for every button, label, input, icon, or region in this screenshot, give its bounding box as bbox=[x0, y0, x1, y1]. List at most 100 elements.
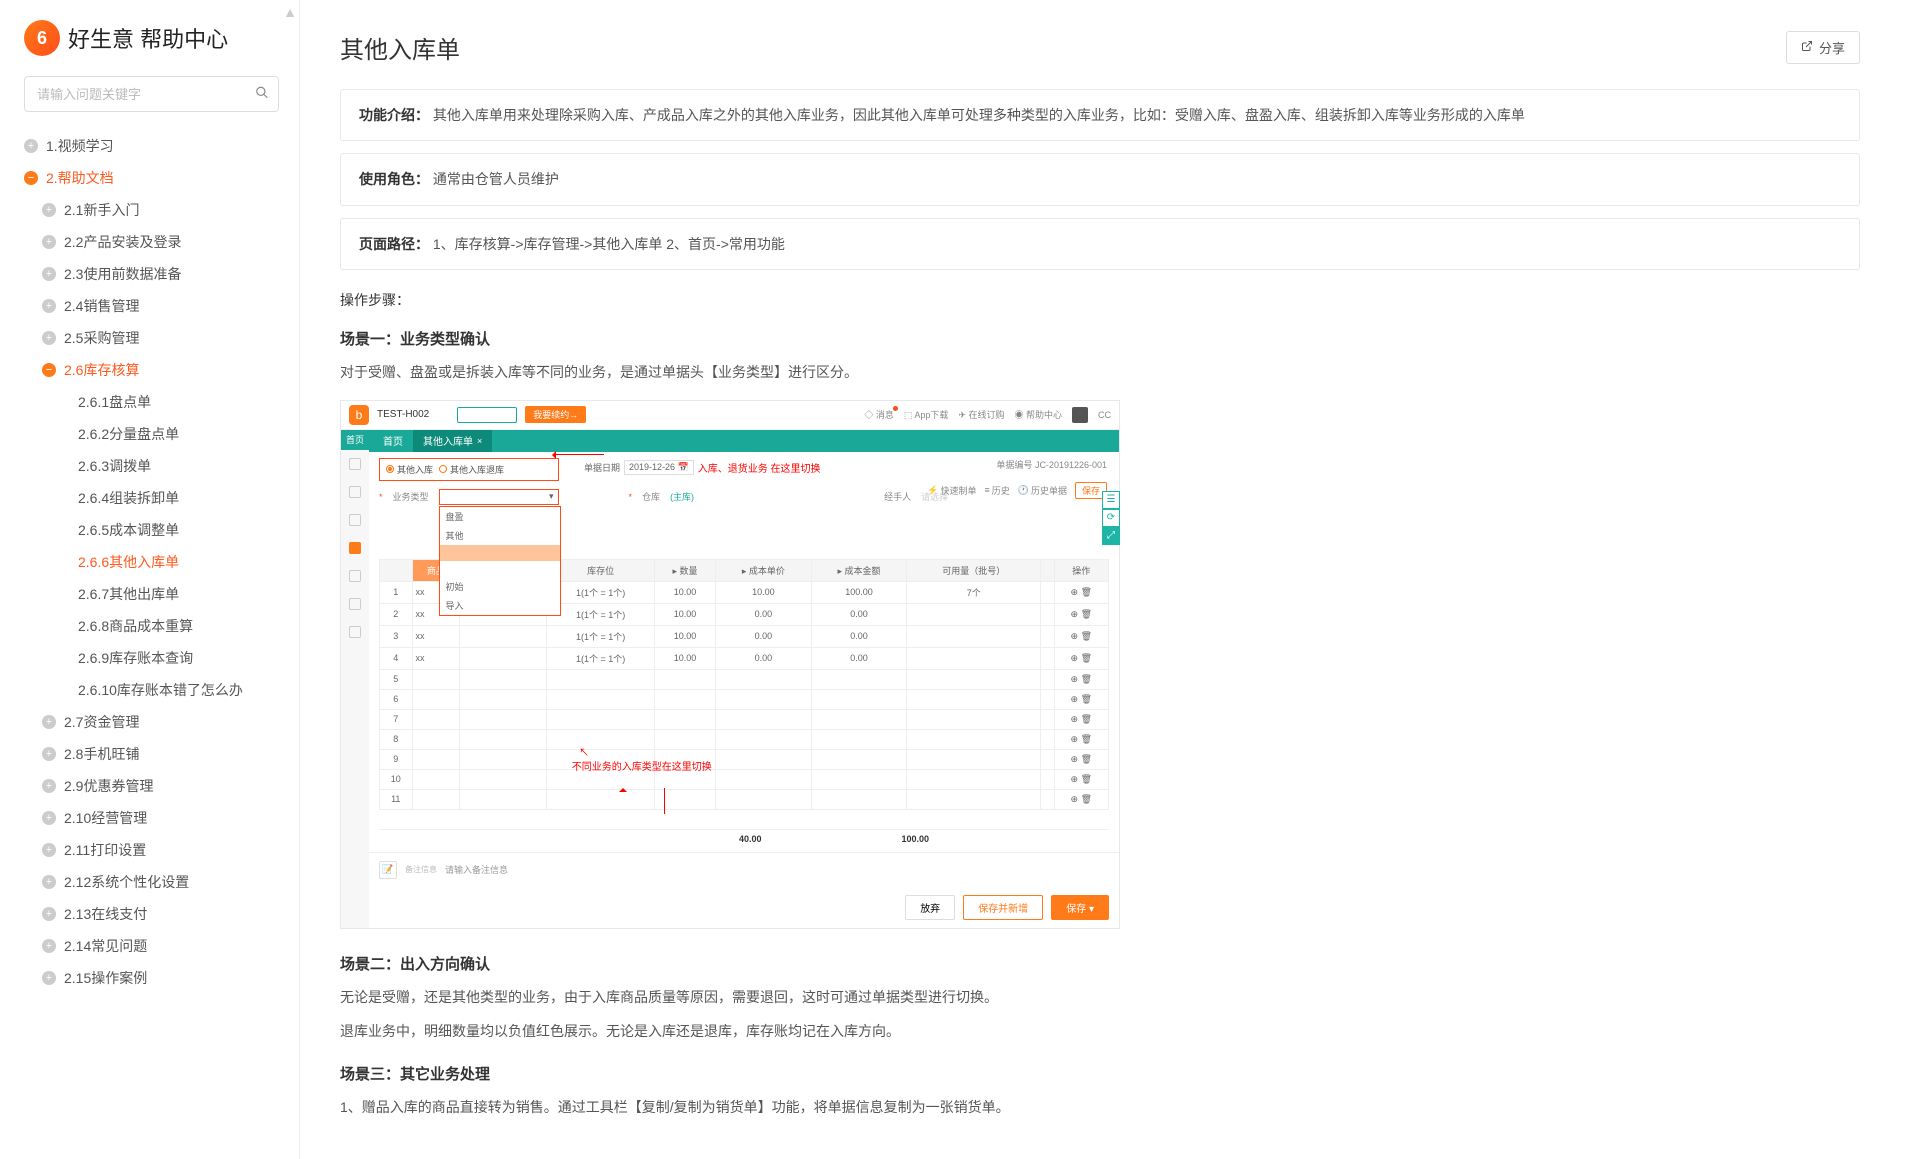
dropdown-item[interactable] bbox=[440, 545, 560, 561]
collapse-icon[interactable] bbox=[42, 363, 56, 377]
logo-text: 好生意 帮助中心 bbox=[68, 22, 228, 54]
search-icon[interactable] bbox=[255, 86, 269, 103]
left-nav-icon[interactable] bbox=[349, 626, 361, 638]
message-link[interactable]: ◇ 消息 bbox=[864, 408, 894, 421]
table-row[interactable]: 10⊕ 🗑 bbox=[380, 769, 1109, 789]
table-row[interactable]: 6⊕ 🗑 bbox=[380, 689, 1109, 709]
left-nav-icon-active[interactable] bbox=[349, 542, 361, 554]
share-button[interactable]: 分享 bbox=[1786, 31, 1860, 64]
search-input[interactable] bbox=[24, 76, 279, 112]
remark-row: 📝 备注信息 请输入备注信息 bbox=[369, 852, 1119, 887]
expand-icon[interactable] bbox=[42, 939, 56, 953]
expand-icon[interactable] bbox=[42, 779, 56, 793]
expand-icon[interactable] bbox=[42, 811, 56, 825]
sidebar-item-label: 2.14常见问题 bbox=[64, 936, 147, 956]
tab-home[interactable]: 首页 bbox=[373, 430, 413, 452]
sidebar-item[interactable]: 2.2产品安装及登录 bbox=[24, 226, 279, 258]
sidebar-item[interactable]: 2.6.7其他出库单 bbox=[24, 578, 279, 610]
save-button[interactable]: 保存 ▾ bbox=[1051, 895, 1109, 920]
sidebar-item[interactable]: 2.7资金管理 bbox=[24, 706, 279, 738]
left-nav-home[interactable]: 首页 bbox=[341, 430, 369, 450]
expand-icon[interactable] bbox=[42, 235, 56, 249]
scroll-top-icon[interactable]: ▲ bbox=[283, 5, 297, 19]
left-nav-icon[interactable] bbox=[349, 486, 361, 498]
expand-icon[interactable] bbox=[42, 907, 56, 921]
sidebar-item[interactable]: 2.3使用前数据准备 bbox=[24, 258, 279, 290]
sidebar-item[interactable]: 2.6.1盘点单 bbox=[24, 386, 279, 418]
sidebar-item[interactable]: 2.9优惠券管理 bbox=[24, 770, 279, 802]
sidebar-item[interactable]: 2.6.2分量盘点单 bbox=[24, 418, 279, 450]
sidebar-item[interactable]: 2.11打印设置 bbox=[24, 834, 279, 866]
sidebar-item[interactable]: 2.12系统个性化设置 bbox=[24, 866, 279, 898]
sidebar-item[interactable]: 2.6.3调拨单 bbox=[24, 450, 279, 482]
sidebar-item[interactable]: 2.6.4组装拆卸单 bbox=[24, 482, 279, 514]
sidebar-item[interactable]: 2.15操作案例 bbox=[24, 962, 279, 994]
expand-icon[interactable] bbox=[42, 267, 56, 281]
expand-icon[interactable] bbox=[42, 299, 56, 313]
expand-icon[interactable] bbox=[42, 971, 56, 985]
app-download-link[interactable]: ⬚ App下载 bbox=[904, 408, 949, 421]
sidebar-item[interactable]: 2.4销售管理 bbox=[24, 290, 279, 322]
sidebar-item[interactable]: 2.14常见问题 bbox=[24, 930, 279, 962]
avatar-icon[interactable] bbox=[1072, 407, 1088, 423]
tool-icon[interactable]: ⟳ bbox=[1102, 509, 1120, 527]
radio-other-return[interactable]: 其他入库退库 bbox=[439, 463, 504, 476]
biz-type-dropdown[interactable]: ▾ 盘盈其他 初始导入 bbox=[439, 489, 559, 505]
sidebar-item[interactable]: 1.视频学习 bbox=[24, 130, 279, 162]
sidebar-item[interactable]: 2.13在线支付 bbox=[24, 898, 279, 930]
left-nav-icon[interactable] bbox=[349, 570, 361, 582]
sidebar-item[interactable]: 2.5采购管理 bbox=[24, 322, 279, 354]
table-row[interactable]: 8⊕ 🗑 bbox=[380, 729, 1109, 749]
left-nav-icon[interactable] bbox=[349, 598, 361, 610]
sidebar-item[interactable]: 2.6.10库存账本错了怎么办 bbox=[24, 674, 279, 706]
left-nav-icon[interactable] bbox=[349, 514, 361, 526]
collapse-icon[interactable] bbox=[24, 171, 38, 185]
expand-icon[interactable] bbox=[42, 203, 56, 217]
sidebar-item[interactable]: 2.1新手入门 bbox=[24, 194, 279, 226]
tab-active[interactable]: 其他入库单 × bbox=[413, 430, 492, 452]
expand-icon[interactable] bbox=[42, 747, 56, 761]
sidebar-item[interactable]: 2.6库存核算 bbox=[24, 354, 279, 386]
sidebar-item[interactable]: 2.6.6其他入库单 bbox=[24, 546, 279, 578]
sidebar-item-label: 2.6.9库存账本查询 bbox=[78, 648, 193, 668]
left-nav-icon[interactable] bbox=[349, 458, 361, 470]
quick-create-link[interactable]: ⚡ 快速制单 bbox=[927, 484, 976, 497]
sidebar-item[interactable]: 2.6.9库存账本查询 bbox=[24, 642, 279, 674]
expand-icon[interactable] bbox=[42, 875, 56, 889]
history-link[interactable]: ≡ 历史 bbox=[984, 484, 1009, 497]
dropdown-item[interactable]: 初始 bbox=[440, 577, 560, 596]
expand-icon[interactable] bbox=[42, 331, 56, 345]
app-top-search[interactable] bbox=[457, 407, 517, 423]
renew-button[interactable]: 我要续约→ bbox=[525, 406, 586, 423]
date-input[interactable]: 2019-12-26 📅 bbox=[624, 460, 694, 475]
online-order-link[interactable]: ✈ 在线订购 bbox=[958, 408, 1004, 421]
sidebar-item[interactable]: 2.8手机旺铺 bbox=[24, 738, 279, 770]
sidebar-item[interactable]: 2.6.8商品成本重算 bbox=[24, 610, 279, 642]
sidebar-item[interactable]: 2.帮助文档 bbox=[24, 162, 279, 194]
dropdown-item[interactable]: 其他 bbox=[440, 526, 560, 545]
remark-input[interactable]: 请输入备注信息 bbox=[445, 863, 508, 876]
radio-other-in[interactable]: 其他入库 bbox=[386, 463, 433, 476]
table-row[interactable]: 7⊕ 🗑 bbox=[380, 709, 1109, 729]
close-icon[interactable]: × bbox=[477, 436, 482, 446]
dropdown-item[interactable]: 导入 bbox=[440, 596, 560, 615]
expand-icon[interactable] bbox=[24, 139, 38, 153]
tool-icon[interactable]: ⤢ bbox=[1102, 527, 1120, 545]
tool-icon[interactable]: ☰ bbox=[1102, 491, 1120, 509]
dropdown-item[interactable]: 盘盈 bbox=[440, 507, 560, 526]
save-add-button[interactable]: 保存并新增 bbox=[963, 895, 1043, 920]
table-row[interactable]: 5⊕ 🗑 bbox=[380, 669, 1109, 689]
sidebar-item[interactable]: 2.10经营管理 bbox=[24, 802, 279, 834]
table-row[interactable]: 9⊕ 🗑 bbox=[380, 749, 1109, 769]
history-bill-link[interactable]: 🕐 历史单据 bbox=[1018, 484, 1067, 497]
side-tools: ☰ ⟳ ⤢ bbox=[1102, 491, 1120, 545]
table-row[interactable]: 3xx1(1个 = 1个)10.000.000.00⊕ 🗑 bbox=[380, 625, 1109, 647]
expand-icon[interactable] bbox=[42, 843, 56, 857]
sidebar-item[interactable]: 2.6.5成本调整单 bbox=[24, 514, 279, 546]
table-row[interactable]: 4xx1(1个 = 1个)10.000.000.00⊕ 🗑 bbox=[380, 647, 1109, 669]
expand-icon[interactable] bbox=[42, 715, 56, 729]
table-row[interactable]: 11⊕ 🗑 bbox=[380, 789, 1109, 809]
discard-button[interactable]: 放弃 bbox=[905, 895, 955, 920]
dropdown-item[interactable] bbox=[440, 561, 560, 577]
help-center-link[interactable]: ◉ 帮助中心 bbox=[1014, 408, 1062, 421]
